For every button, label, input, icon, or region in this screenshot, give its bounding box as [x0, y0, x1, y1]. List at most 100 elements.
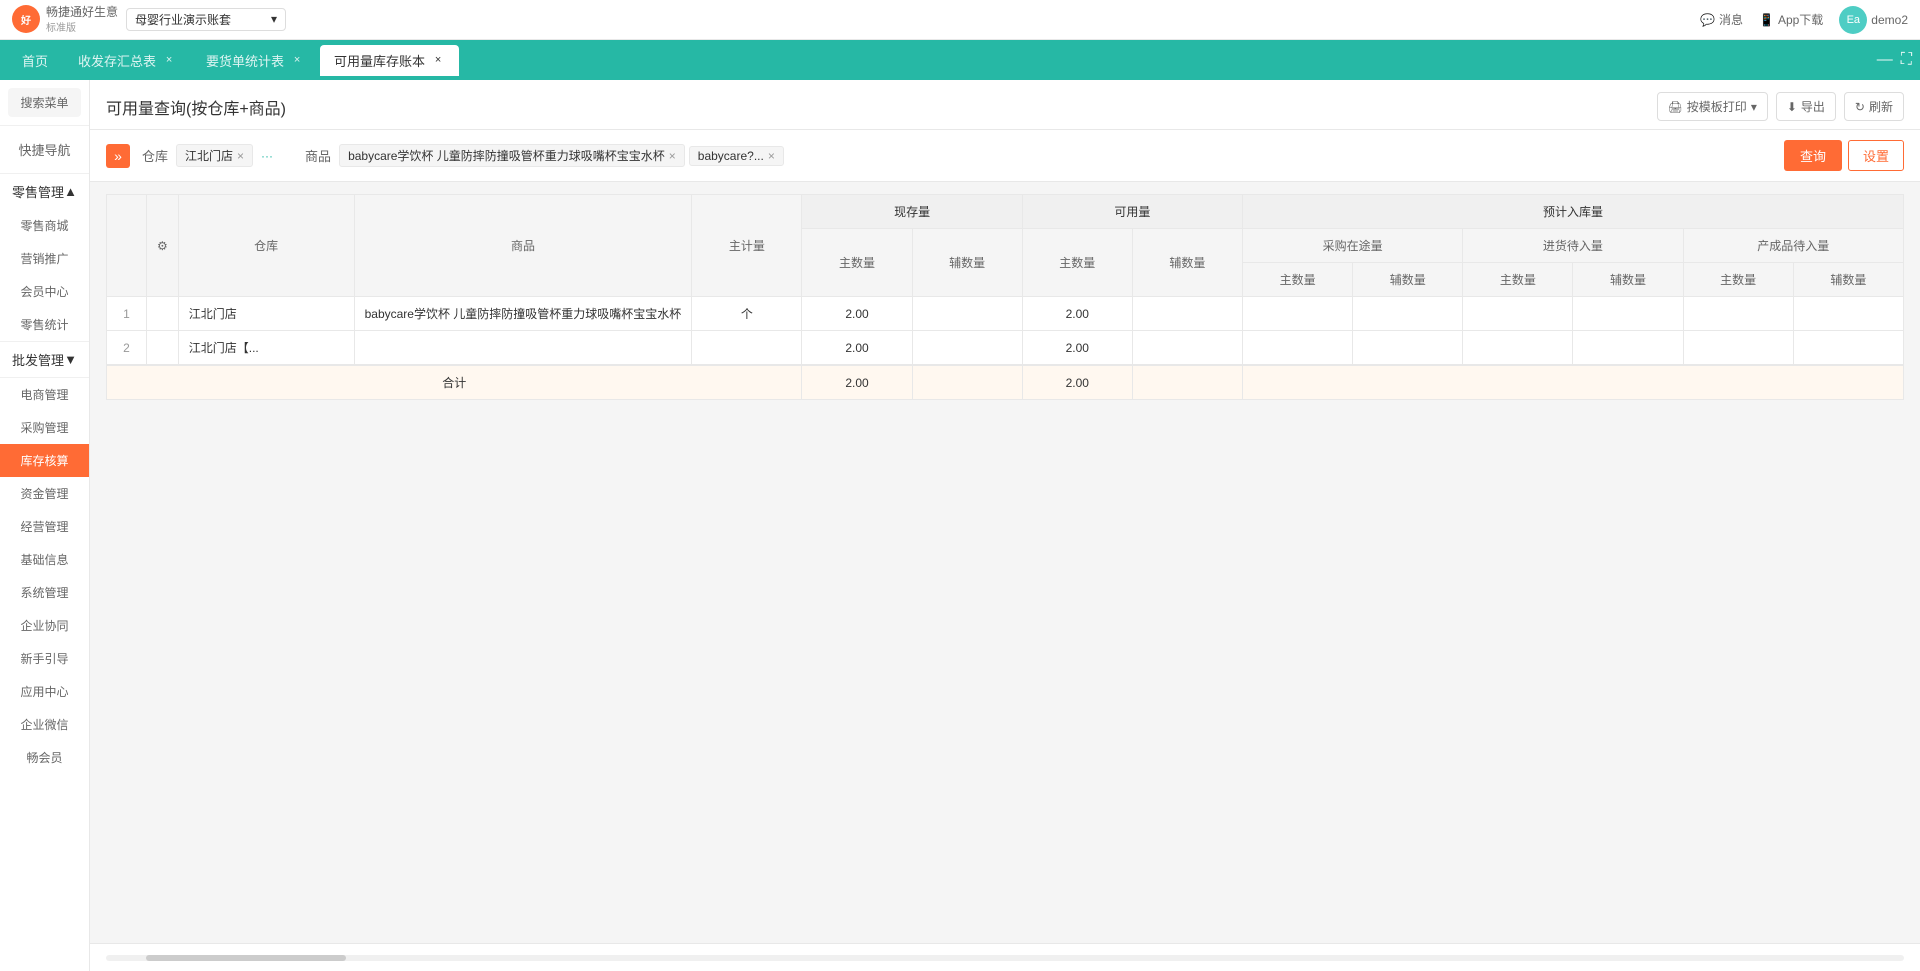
sidebar-item-purchase[interactable]: 采购管理: [0, 411, 89, 444]
cell-rownum-0: 1: [107, 297, 147, 331]
page-actions: 🖨 按模板打印 ▾ ⬇ 导出 ↻ 刷新: [1657, 92, 1904, 121]
sidebar-item-retailshop[interactable]: 零售商城: [0, 209, 89, 242]
horizontal-scrollbar[interactable]: [106, 955, 1904, 961]
sidebar-item-newguide[interactable]: 新手引导: [0, 642, 89, 675]
tab-bar-actions: — ⛶: [1877, 51, 1912, 69]
sidebar-item-enterprise[interactable]: 企业协同: [0, 609, 89, 642]
template-print-btn[interactable]: 🖨 按模板打印 ▾: [1657, 92, 1768, 121]
search-menu-btn[interactable]: 搜索菜单: [8, 88, 81, 117]
tab-receipts[interactable]: 收发存汇总表 ×: [64, 45, 190, 76]
sidebar-item-corpwx[interactable]: 企业微信: [0, 708, 89, 741]
tab-maximize-btn[interactable]: ⛶: [1901, 51, 1912, 69]
logo-area: 好 畅捷通好生意 标准版: [12, 5, 118, 34]
refresh-label: 刷新: [1869, 98, 1893, 115]
th-purchase-aux: 辅数量: [1353, 263, 1463, 297]
message-icon: 💬: [1700, 13, 1715, 27]
cell-avail-main-1: 2.00: [1022, 331, 1132, 366]
export-btn[interactable]: ⬇ 导出: [1776, 92, 1836, 121]
expand-btn[interactable]: »: [106, 144, 130, 168]
sidebar-item-retailstats[interactable]: 零售统计: [0, 308, 89, 341]
data-table: ⚙ 仓库 商品 主计量 现存量 可用量 预计入库量 主数量 辅数量 主数量 辅数…: [106, 194, 1904, 400]
sidebar-item-quicknav[interactable]: 快捷导航: [0, 132, 89, 167]
sidebar-item-members[interactable]: 会员中心: [0, 275, 89, 308]
table-settings-icon[interactable]: ⚙: [157, 239, 168, 253]
org-selector-label: 母婴行业演示账套: [135, 11, 231, 28]
tab-bar: 首页 收发存汇总表 × 要货单统计表 × 可用量库存账本 × — ⛶: [0, 40, 1920, 80]
cell-product-0: babycare学饮杯 儿童防摔防撞吸管杯重力球吸嘴杯宝宝水杯: [354, 297, 692, 331]
sidebar-item-appcenter[interactable]: 应用中心: [0, 675, 89, 708]
cell-curr-main-0: 2.00: [802, 297, 912, 331]
th-incoming-main: 主数量: [1463, 263, 1573, 297]
query-btn[interactable]: 查询: [1784, 140, 1842, 171]
cell-prod-main-1: [1683, 331, 1793, 366]
tab-available-close[interactable]: ×: [431, 53, 445, 67]
table-container[interactable]: ⚙ 仓库 商品 主计量 现存量 可用量 预计入库量 主数量 辅数量 主数量 辅数…: [90, 182, 1920, 943]
filter-buttons: 查询 设置: [1784, 140, 1904, 171]
cell-inc-main-1: [1463, 331, 1573, 366]
table-row: 1 江北门店 babycare学饮杯 儿童防摔防撞吸管杯重力球吸嘴杯宝宝水杯 个…: [107, 297, 1904, 331]
sidebar-item-operation[interactable]: 经营管理: [0, 510, 89, 543]
cell-prod-main-0: [1683, 297, 1793, 331]
sidebar-item-member[interactable]: 畅会员: [0, 741, 89, 774]
warehouse-tag-close[interactable]: ×: [237, 149, 244, 163]
tab-available[interactable]: 可用量库存账本 ×: [320, 45, 459, 76]
warehouse-more-btn[interactable]: ···: [257, 149, 277, 163]
product-tag-1-close[interactable]: ×: [768, 149, 775, 163]
sidebar-section-wholesale: 批发管理 ▼: [0, 342, 89, 378]
sidebar-retail-label: 零售管理: [12, 182, 64, 201]
sidebar-item-system[interactable]: 系统管理: [0, 576, 89, 609]
th-current-aux: 辅数量: [912, 229, 1022, 297]
sidebar-search: 搜索菜单: [0, 80, 89, 126]
refresh-btn[interactable]: ↻ 刷新: [1844, 92, 1904, 121]
th-incoming-aux: 辅数量: [1573, 263, 1683, 297]
sidebar-item-ecommerce[interactable]: 电商管理: [0, 378, 89, 411]
tab-requisition[interactable]: 要货单统计表 ×: [192, 45, 318, 76]
sidebar-item-basic[interactable]: 基础信息: [0, 543, 89, 576]
product-tag-text-0: babycare学饮杯 儿童防摔防撞吸管杯重力球吸嘴杯宝宝水杯: [348, 147, 665, 164]
tab-requisition-close[interactable]: ×: [290, 53, 304, 67]
warehouse-tag-text: 江北门店: [185, 147, 233, 164]
tab-home[interactable]: 首页: [8, 45, 62, 76]
footer-bar: [90, 943, 1920, 971]
product-tags: babycare学饮杯 儿童防摔防撞吸管杯重力球吸嘴杯宝宝水杯 × babyca…: [339, 144, 784, 167]
th-production: 产成品待入量: [1683, 229, 1903, 263]
org-selector[interactable]: 母婴行业演示账套 ▾: [126, 8, 286, 31]
product-tag-0-close[interactable]: ×: [669, 149, 676, 163]
th-settings[interactable]: ⚙: [147, 195, 179, 297]
app-icon: 📱: [1759, 13, 1774, 27]
logo-icon: 好: [12, 5, 40, 33]
th-avail-aux: 辅数量: [1132, 229, 1242, 297]
content-area: 可用量查询(按仓库+商品) 🖨 按模板打印 ▾ ⬇ 导出 ↻ 刷新 »: [90, 80, 1920, 971]
sidebar-section-retail: 零售管理 ▲ 零售商城 营销推广 会员中心 零售统计: [0, 174, 89, 342]
tab-receipts-close[interactable]: ×: [162, 53, 176, 67]
message-label: 消息: [1719, 11, 1743, 28]
export-label: 导出: [1801, 98, 1825, 115]
filter-settings-btn[interactable]: 设置: [1848, 140, 1904, 171]
th-production-main: 主数量: [1683, 263, 1793, 297]
sidebar-wholesale-header[interactable]: 批发管理 ▼: [0, 342, 89, 377]
tab-receipts-label: 收发存汇总表: [78, 51, 156, 70]
sidebar-item-finance[interactable]: 资金管理: [0, 477, 89, 510]
th-product: 商品: [354, 195, 692, 297]
cell-pur-main-1: [1243, 331, 1353, 366]
message-btn[interactable]: 💬 消息: [1700, 11, 1743, 28]
th-incoming: 进货待入量: [1463, 229, 1683, 263]
cell-product-1: [354, 331, 692, 366]
cell-warehouse-1: 江北门店【...: [178, 331, 354, 366]
sidebar-item-marketing[interactable]: 营销推广: [0, 242, 89, 275]
cell-inc-aux-0: [1573, 297, 1683, 331]
footer-row: 合计 2.00 2.00: [107, 365, 1904, 400]
cell-curr-main-1: 2.00: [802, 331, 912, 366]
cell-avail-aux-0: [1132, 297, 1242, 331]
scrollbar-thumb[interactable]: [146, 955, 346, 961]
user-name: demo2: [1871, 13, 1908, 27]
app-download-btn[interactable]: 📱 App下载: [1759, 11, 1823, 28]
tab-minimize-btn[interactable]: —: [1877, 51, 1893, 69]
product-tag-1: babycare?... ×: [689, 146, 784, 166]
top-bar-right: 💬 消息 📱 App下载 Ea demo2: [1700, 6, 1908, 34]
sidebar-item-inventory[interactable]: 库存核算: [0, 444, 89, 477]
user-area[interactable]: Ea demo2: [1839, 6, 1908, 34]
logo-sub: 标准版: [46, 19, 118, 34]
sidebar-retail-header[interactable]: 零售管理 ▲: [0, 174, 89, 209]
cell-inc-aux-1: [1573, 331, 1683, 366]
